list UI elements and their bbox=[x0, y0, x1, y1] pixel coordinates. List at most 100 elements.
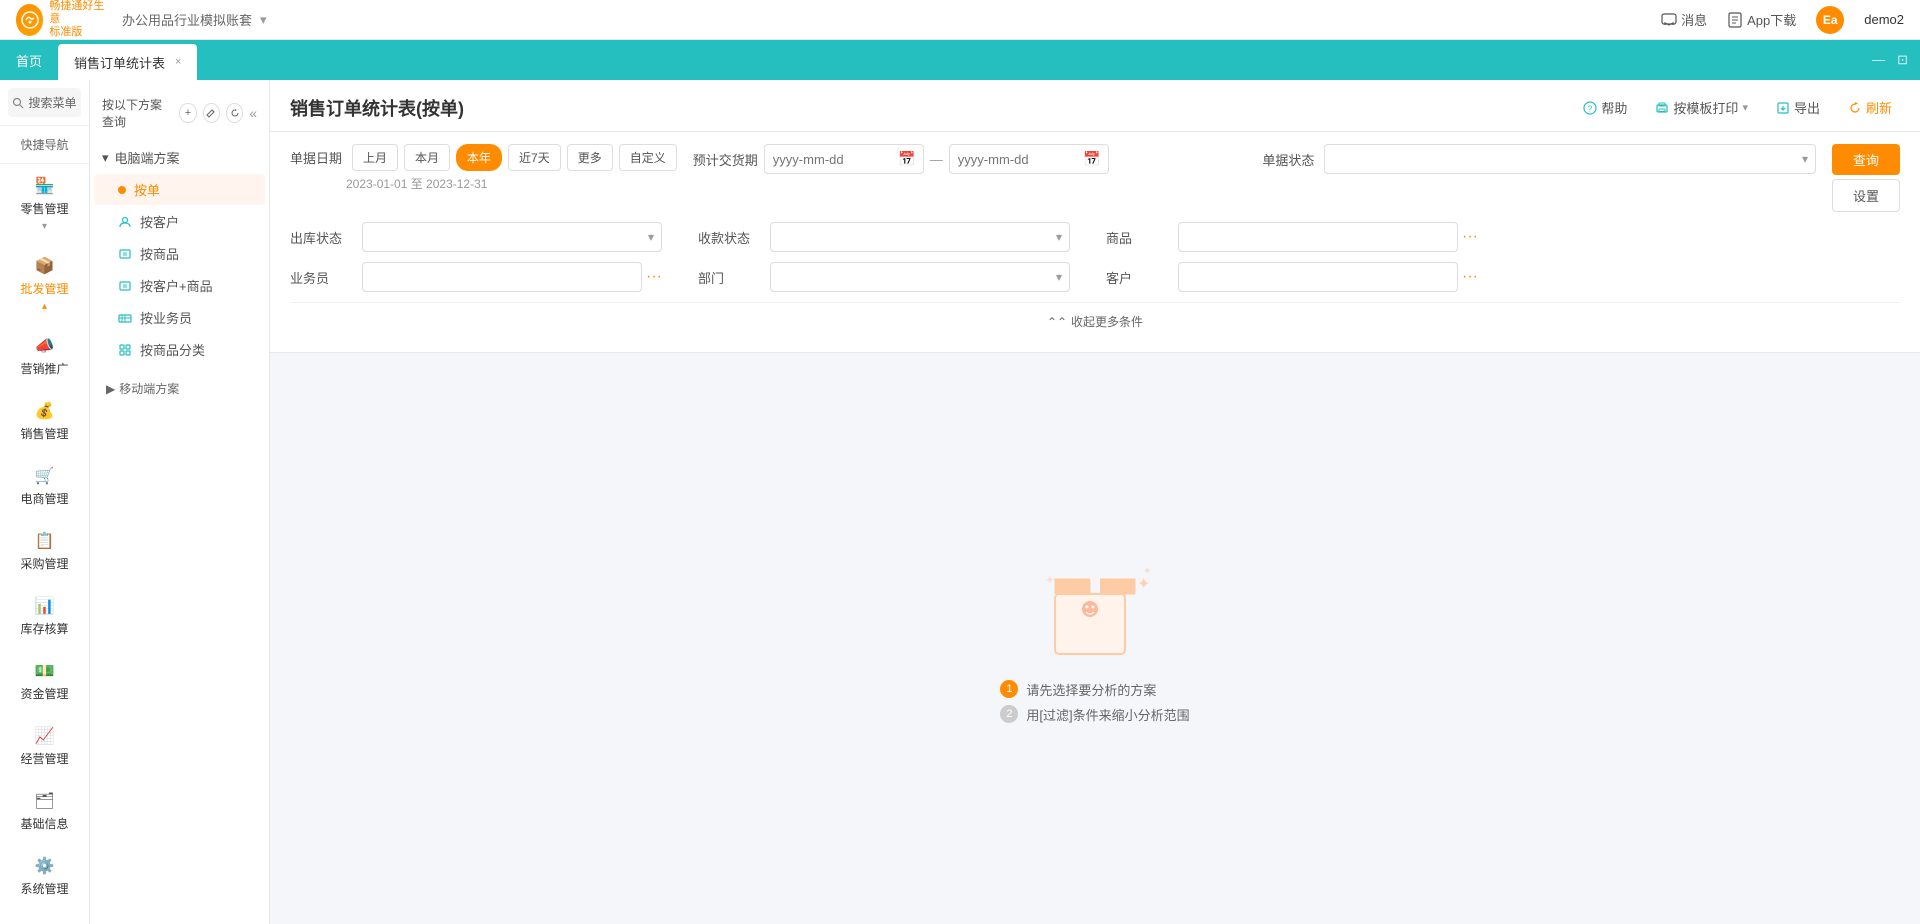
expected-delivery-label: 预计交货期 bbox=[693, 150, 758, 169]
finance-icon: 💵 bbox=[35, 661, 55, 681]
salesman-more-icon[interactable]: ··· bbox=[646, 268, 662, 286]
customer-input[interactable] bbox=[1178, 262, 1458, 292]
print-dropdown-icon[interactable]: ▾ bbox=[1742, 101, 1748, 114]
goods-input[interactable] bbox=[1178, 222, 1458, 252]
customer-more-icon[interactable]: ··· bbox=[1462, 268, 1478, 286]
scheme-item-by-order[interactable]: 按单 bbox=[94, 174, 265, 205]
scheme-item-by-salesman[interactable]: 按业务员 bbox=[94, 302, 265, 333]
system-icon: ⚙️ bbox=[35, 856, 55, 876]
help-button[interactable]: ? 帮助 bbox=[1575, 94, 1635, 121]
collapse-button[interactable]: ⌃⌃ 收起更多条件 bbox=[1035, 309, 1155, 334]
scheme-group-mobile-header[interactable]: ▶ 移动端方案 bbox=[90, 374, 269, 403]
this-year-button[interactable]: 本年 bbox=[456, 144, 502, 171]
ship-status-select[interactable] bbox=[362, 222, 662, 252]
tab-close-icon[interactable]: × bbox=[175, 56, 181, 68]
page-header: 销售订单统计表(按单) ? 帮助 按模板打印 ▾ 导出 bbox=[270, 80, 1920, 132]
sidebar-search-area: 搜索菜单 bbox=[0, 80, 89, 126]
svg-text:✦: ✦ bbox=[1143, 566, 1151, 577]
nav-tabs: 首页 销售订单统计表 × — ⊡ bbox=[0, 40, 1920, 80]
customer-goods-scheme-icon bbox=[118, 279, 132, 293]
svg-text:?: ? bbox=[1588, 104, 1593, 113]
sidebar-item-sales[interactable]: 💰 销售管理 bbox=[4, 391, 85, 452]
inventory-icon: 📊 bbox=[35, 596, 55, 616]
bill-status-select[interactable] bbox=[1324, 144, 1816, 174]
custom-date-button[interactable]: 自定义 bbox=[619, 144, 677, 171]
collapse-up-icon: ⌃⌃ bbox=[1047, 315, 1067, 329]
refresh-button[interactable]: 刷新 bbox=[1840, 94, 1900, 121]
payment-status-label: 收款状态 bbox=[698, 228, 754, 247]
this-month-button[interactable]: 本月 bbox=[404, 144, 450, 171]
quick-nav-button[interactable]: 快捷导航 bbox=[0, 130, 89, 159]
sidebar-item-wholesale[interactable]: 📦 批发管理 ▴ bbox=[4, 246, 85, 322]
sidebar-item-operation[interactable]: 📈 经营管理 bbox=[4, 716, 85, 777]
goods-more-icon[interactable]: ··· bbox=[1462, 228, 1478, 246]
sidebar-item-enterprise[interactable]: 🤝 企业协同 bbox=[4, 911, 85, 924]
refresh-scheme-button[interactable] bbox=[226, 103, 243, 123]
marketing-icon: 📣 bbox=[35, 336, 55, 356]
basic-icon: 🗂 bbox=[34, 791, 54, 811]
last7days-button[interactable]: 近7天 bbox=[508, 144, 561, 171]
mobile-group-label: 移动端方案 bbox=[119, 380, 179, 397]
export-icon bbox=[1776, 101, 1790, 115]
panel-collapse-button[interactable]: « bbox=[249, 105, 257, 121]
logo-text: 畅捷通好生意 标准版 bbox=[49, 0, 106, 39]
app-download-button[interactable]: App下载 bbox=[1727, 10, 1796, 29]
filter-row-3: 业务员 ··· 部门 ▾ 客户 ··· bbox=[290, 262, 1900, 292]
goods-label: 商品 bbox=[1106, 228, 1162, 247]
sidebar-item-inventory[interactable]: 📊 库存核算 bbox=[4, 586, 85, 647]
breadcrumb-dropdown-icon[interactable]: ▾ bbox=[260, 12, 267, 28]
edit-scheme-button[interactable] bbox=[203, 103, 220, 123]
query-button[interactable]: 查询 bbox=[1832, 144, 1900, 175]
wholesale-icon: 📦 bbox=[35, 256, 55, 276]
more-date-button[interactable]: 更多 bbox=[567, 144, 613, 171]
salesman-input[interactable] bbox=[362, 262, 642, 292]
last-month-button[interactable]: 上月 bbox=[352, 144, 398, 171]
sidebar-item-marketing[interactable]: 📣 营销推广 bbox=[4, 326, 85, 387]
settings-button[interactable]: 设置 bbox=[1832, 179, 1900, 212]
tab-minimize-icon[interactable]: — bbox=[1872, 52, 1885, 68]
sidebar-item-purchase[interactable]: 📋 采购管理 bbox=[4, 521, 85, 582]
payment-status-select[interactable] bbox=[770, 222, 1070, 252]
panel-header: 按以下方案查询 + « bbox=[90, 88, 269, 138]
sidebar-item-ecommerce[interactable]: 🛒 电商管理 bbox=[4, 456, 85, 517]
date-label: 单据日期 bbox=[290, 148, 346, 167]
user-name[interactable]: demo2 bbox=[1864, 12, 1904, 27]
dept-select[interactable] bbox=[770, 262, 1070, 292]
tab-expand-icon[interactable]: ⊡ bbox=[1897, 52, 1908, 68]
export-button[interactable]: 导出 bbox=[1768, 94, 1828, 121]
tab-window-controls: — ⊡ bbox=[1860, 52, 1920, 68]
top-right-actions: 消息 App下载 Ea demo2 bbox=[1661, 6, 1904, 34]
sidebar-item-finance[interactable]: 💵 资金管理 bbox=[4, 651, 85, 712]
svg-text:✦: ✦ bbox=[1137, 576, 1150, 593]
sidebar-item-retail[interactable]: 🏪 零售管理 ▾ bbox=[4, 166, 85, 242]
svg-text:✦: ✦ bbox=[1045, 573, 1055, 587]
sales-icon: 💰 bbox=[35, 401, 55, 421]
message-icon bbox=[1661, 12, 1677, 28]
messages-button[interactable]: 消息 bbox=[1661, 10, 1707, 29]
top-bar: 畅捷通好生意 标准版 办公用品行业模拟账套 ▾ 消息 App下载 Ea demo… bbox=[0, 0, 1920, 40]
bill-status-select-wrapper: ▾ bbox=[1324, 144, 1816, 174]
payment-status-select-wrapper: ▾ bbox=[770, 222, 1070, 252]
sidebar-item-basic[interactable]: 🗂 基础信息 bbox=[4, 781, 85, 842]
pc-group-arrow-icon: ▾ bbox=[102, 150, 109, 166]
scheme-item-by-goods[interactable]: 按商品 bbox=[94, 238, 265, 269]
print-icon bbox=[1655, 101, 1669, 115]
calendar-end-icon[interactable]: 📅 bbox=[1083, 151, 1100, 168]
scheme-item-by-customer-goods[interactable]: 按客户+商品 bbox=[94, 270, 265, 301]
sidebar-item-system[interactable]: ⚙️ 系统管理 bbox=[4, 846, 85, 907]
print-button[interactable]: 按模板打印 ▾ bbox=[1647, 94, 1756, 121]
breadcrumb-text: 办公用品行业模拟账套 bbox=[122, 10, 252, 29]
scheme-group-pc-header[interactable]: ▾ 电脑端方案 bbox=[90, 142, 269, 173]
wholesale-arrow-icon: ▴ bbox=[42, 301, 47, 312]
action-buttons: 查询 设置 bbox=[1832, 144, 1900, 212]
tab-sales-order-stats[interactable]: 销售订单统计表 × bbox=[58, 44, 197, 80]
goods-scheme-icon bbox=[118, 247, 132, 261]
search-menu-button[interactable]: 搜索菜单 bbox=[8, 88, 81, 117]
tab-home[interactable]: 首页 bbox=[0, 40, 58, 80]
scheme-item-by-customer[interactable]: 按客户 bbox=[94, 206, 265, 237]
hint-2-icon: 2 bbox=[1000, 705, 1018, 723]
dept-select-wrapper: ▾ bbox=[770, 262, 1070, 292]
calendar-start-icon[interactable]: 📅 bbox=[898, 151, 915, 168]
add-scheme-button[interactable]: + bbox=[179, 103, 196, 123]
scheme-item-by-category[interactable]: 按商品分类 bbox=[94, 334, 265, 365]
